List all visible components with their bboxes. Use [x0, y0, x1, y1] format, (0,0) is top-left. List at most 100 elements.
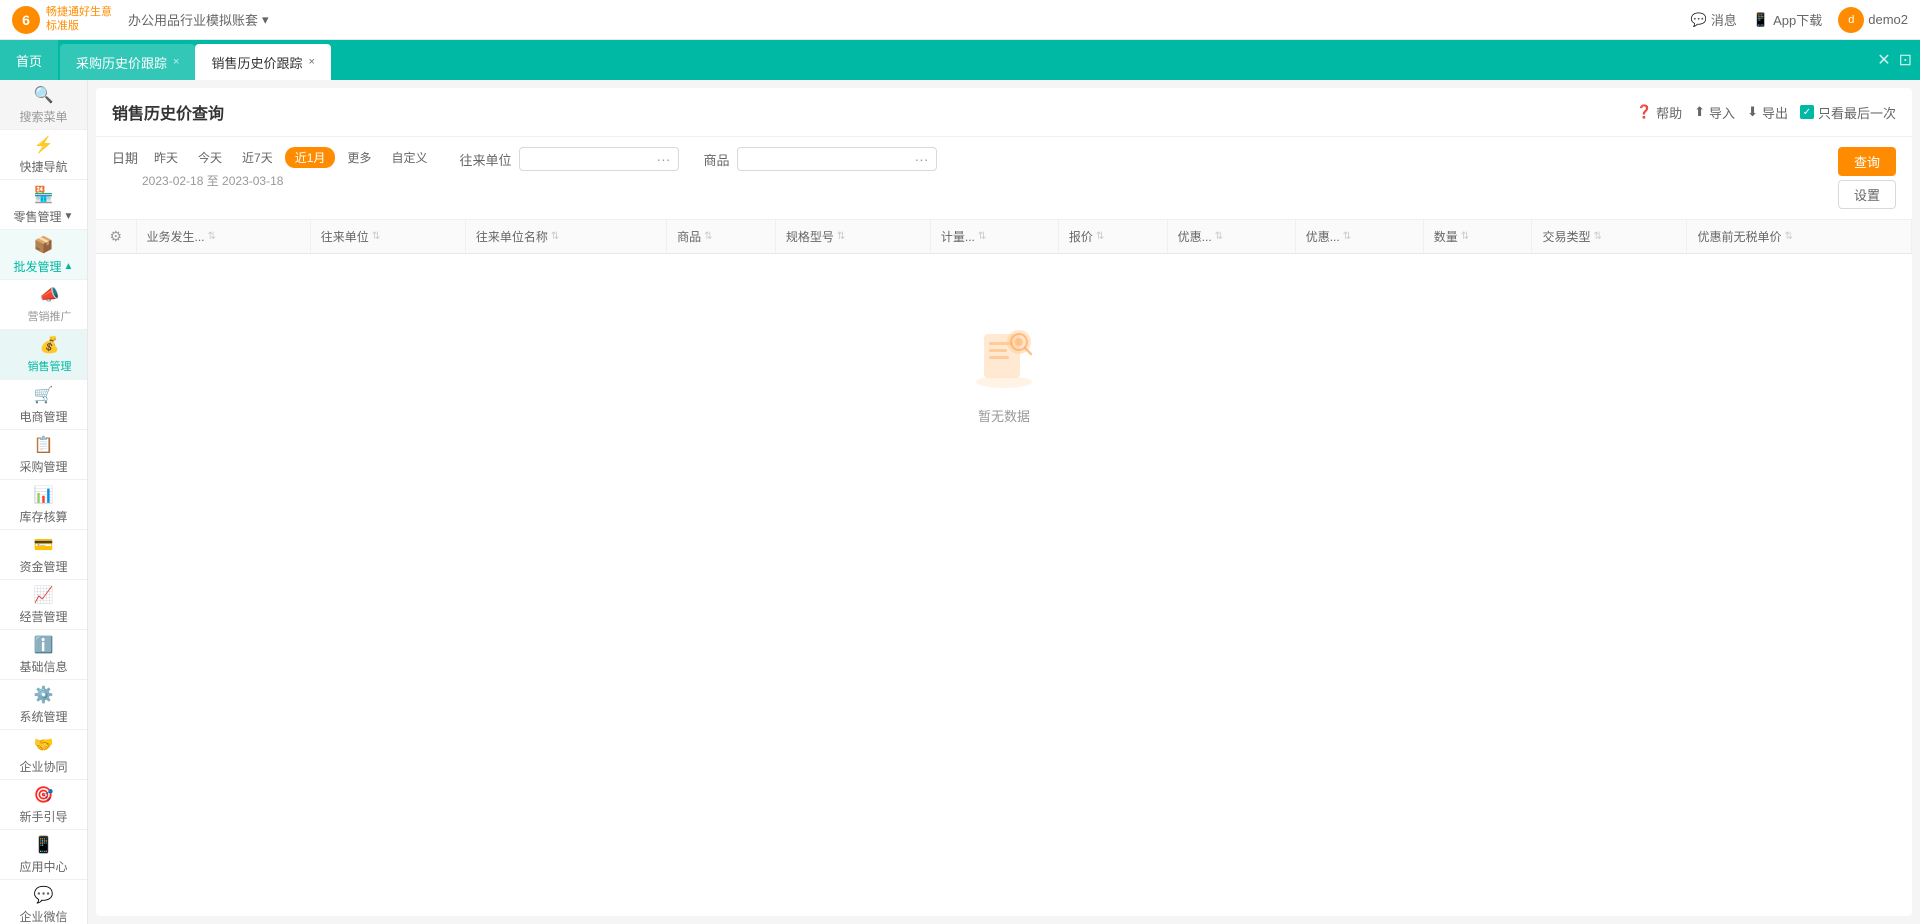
date-tab-7days[interactable]: 近7天 [234, 147, 281, 168]
sidebar-item-sales[interactable]: 💰 销售管理 [0, 330, 87, 380]
sidebar-item-ecommerce[interactable]: 🛒 电商管理 [0, 380, 87, 430]
th-goods[interactable]: 商品 ⇅ [667, 220, 776, 254]
message-button[interactable]: 💬 消息 [1691, 10, 1737, 29]
logo-icon: 6 [12, 6, 40, 34]
sidebar-item-wholesale[interactable]: 📦 批发管理 ▲ [0, 230, 87, 280]
page-header-actions: ❓ 帮助 ⬆ 导入 ⬇ 导出 ✓ 只看最后一次 [1636, 103, 1896, 122]
top-bar-right: 💬 消息 📱 App下载 d demo2 [1691, 7, 1908, 33]
sort-icon: ⇅ [1215, 231, 1223, 242]
th-trade-type[interactable]: 交易类型 ⇅ [1532, 220, 1687, 254]
action-buttons: 查询 设置 [1838, 147, 1896, 209]
retail-icon: 🏪 [34, 185, 54, 205]
top-bar-left: 6 畅捷通好生意 标准版 办公用品行业模拟账套 ▾ [12, 6, 277, 34]
empty-icon [964, 314, 1044, 394]
app-download-button[interactable]: 📱 App下载 [1753, 10, 1822, 29]
tab-home[interactable]: 首页 [0, 40, 58, 80]
th-spec[interactable]: 规格型号 ⇅ [775, 220, 930, 254]
query-button[interactable]: 查询 [1838, 147, 1896, 176]
inventory-icon: 📊 [34, 485, 54, 505]
sort-icon: ⇅ [1461, 231, 1469, 242]
th-unit[interactable]: 往来单位 ⇅ [310, 220, 465, 254]
date-tab-1month[interactable]: 近1月 [285, 147, 336, 168]
sidebar-item-basic-info[interactable]: ℹ️ 基础信息 [0, 630, 87, 680]
sidebar-item-search[interactable]: 🔍 搜索菜单 [0, 80, 87, 130]
unit-input-dots: ··· [656, 151, 670, 167]
last-only-checkbox[interactable]: ✓ 只看最后一次 [1800, 103, 1896, 122]
th-unit-measure[interactable]: 计量... ⇅ [930, 220, 1058, 254]
marketing-icon: 📣 [40, 285, 60, 305]
wholesale-icon: 📦 [34, 235, 54, 255]
data-table: ⚙ 业务发生... ⇅ 往来单位 [96, 220, 1912, 254]
th-discount2[interactable]: 优惠... ⇅ [1295, 220, 1423, 254]
sort-icon: ⇅ [837, 231, 845, 242]
sales-icon: 💰 [40, 335, 60, 355]
operations-icon: 📈 [34, 585, 54, 605]
sidebar-item-cooperation[interactable]: 🤝 企业协同 [0, 730, 87, 780]
sort-icon: ⇅ [551, 231, 559, 242]
content-area: 销售历史价查询 ❓ 帮助 ⬆ 导入 ⬇ 导出 ✓ [88, 80, 1920, 924]
guide-icon: 🎯 [34, 785, 54, 805]
ecommerce-icon: 🛒 [34, 385, 54, 405]
sidebar-item-wechat[interactable]: 💬 企业微信 [0, 880, 87, 924]
app-selector[interactable]: 办公用品行业模拟账套 ▾ [120, 6, 277, 33]
th-biz-date[interactable]: 业务发生... ⇅ [136, 220, 310, 254]
table-header-row: ⚙ 业务发生... ⇅ 往来单位 [96, 220, 1912, 254]
th-quote[interactable]: 报价 ⇅ [1058, 220, 1167, 254]
tab-sales-history[interactable]: 销售历史价跟踪 × [195, 44, 330, 80]
user-menu[interactable]: d demo2 [1838, 7, 1908, 33]
th-settings[interactable]: ⚙ [96, 220, 136, 254]
sidebar-item-system[interactable]: ⚙️ 系统管理 [0, 680, 87, 730]
goods-label: 商品 [703, 150, 729, 169]
page-card: 销售历史价查询 ❓ 帮助 ⬆ 导入 ⬇ 导出 ✓ [96, 88, 1912, 916]
sidebar-item-guide[interactable]: 🎯 新手引导 [0, 780, 87, 830]
date-tab-yesterday[interactable]: 昨天 [146, 147, 186, 168]
sidebar-item-purchase[interactable]: 📋 采购管理 [0, 430, 87, 480]
sort-icon: ⇅ [1785, 231, 1793, 242]
finance-icon: 💳 [34, 535, 54, 555]
sidebar-item-app-center[interactable]: 📱 应用中心 [0, 830, 87, 880]
date-tab-more[interactable]: 更多 [339, 147, 379, 168]
goods-input[interactable]: ··· [737, 147, 937, 171]
table-header: ⚙ 业务发生... ⇅ 往来单位 [96, 220, 1912, 254]
purchase-icon: 📋 [34, 435, 54, 455]
import-button[interactable]: ⬆ 导入 [1694, 103, 1735, 122]
close-sales-tab[interactable]: × [308, 56, 314, 68]
date-tab-custom[interactable]: 自定义 [383, 147, 435, 168]
unit-input[interactable]: ··· [519, 147, 679, 171]
empty-text: 暂无数据 [978, 406, 1030, 425]
chevron-up-icon: ▲ [64, 261, 74, 272]
date-tabs: 昨天 今天 近7天 近1月 更多 自定义 [146, 147, 435, 168]
th-quantity[interactable]: 数量 ⇅ [1423, 220, 1532, 254]
sidebar-item-finance[interactable]: 💳 资金管理 [0, 530, 87, 580]
app-center-icon: 📱 [34, 835, 54, 855]
sidebar-item-quick-nav[interactable]: ⚡ 快捷导航 [0, 130, 87, 180]
close-purchase-tab[interactable]: × [173, 56, 179, 68]
gear-icon: ⚙ [109, 228, 122, 244]
sort-icon: ⇅ [372, 231, 380, 242]
th-discount1[interactable]: 优惠... ⇅ [1167, 220, 1295, 254]
quick-nav-icon: ⚡ [34, 135, 54, 155]
date-label: 日期 [112, 148, 138, 167]
chevron-down-icon: ▾ [262, 12, 269, 28]
date-range-text: 2023-02-18 至 2023-03-18 [142, 172, 283, 189]
tab-purchase-history[interactable]: 采购历史价跟踪 × [60, 44, 195, 80]
help-button[interactable]: ❓ 帮助 [1636, 103, 1682, 122]
import-icon: ⬆ [1694, 104, 1705, 120]
th-pre-discount-price[interactable]: 优惠前无税单价 ⇅ [1687, 220, 1912, 254]
logo-area: 6 畅捷通好生意 标准版 [12, 6, 112, 34]
sort-icon: ⇅ [704, 231, 712, 242]
settings-button[interactable]: 设置 [1838, 180, 1896, 209]
date-tab-today[interactable]: 今天 [190, 147, 230, 168]
sidebar-item-marketing[interactable]: 📣 营销推广 [0, 280, 87, 330]
close-window-btn[interactable]: ✕ [1877, 50, 1890, 70]
sort-icon: ⇅ [208, 231, 216, 242]
th-unit-name[interactable]: 往来单位名称 ⇅ [465, 220, 666, 254]
unit-filter: 往来单位 ··· [459, 147, 679, 171]
sidebar-item-operations[interactable]: 📈 经营管理 [0, 580, 87, 630]
app-download-icon: 📱 [1753, 12, 1769, 28]
sort-icon: ⇅ [1343, 231, 1351, 242]
maximize-btn[interactable]: ⊡ [1899, 50, 1912, 70]
sidebar-item-inventory[interactable]: 📊 库存核算 [0, 480, 87, 530]
export-button[interactable]: ⬇ 导出 [1747, 103, 1788, 122]
sidebar-item-retail[interactable]: 🏪 零售管理 ▼ [0, 180, 87, 230]
